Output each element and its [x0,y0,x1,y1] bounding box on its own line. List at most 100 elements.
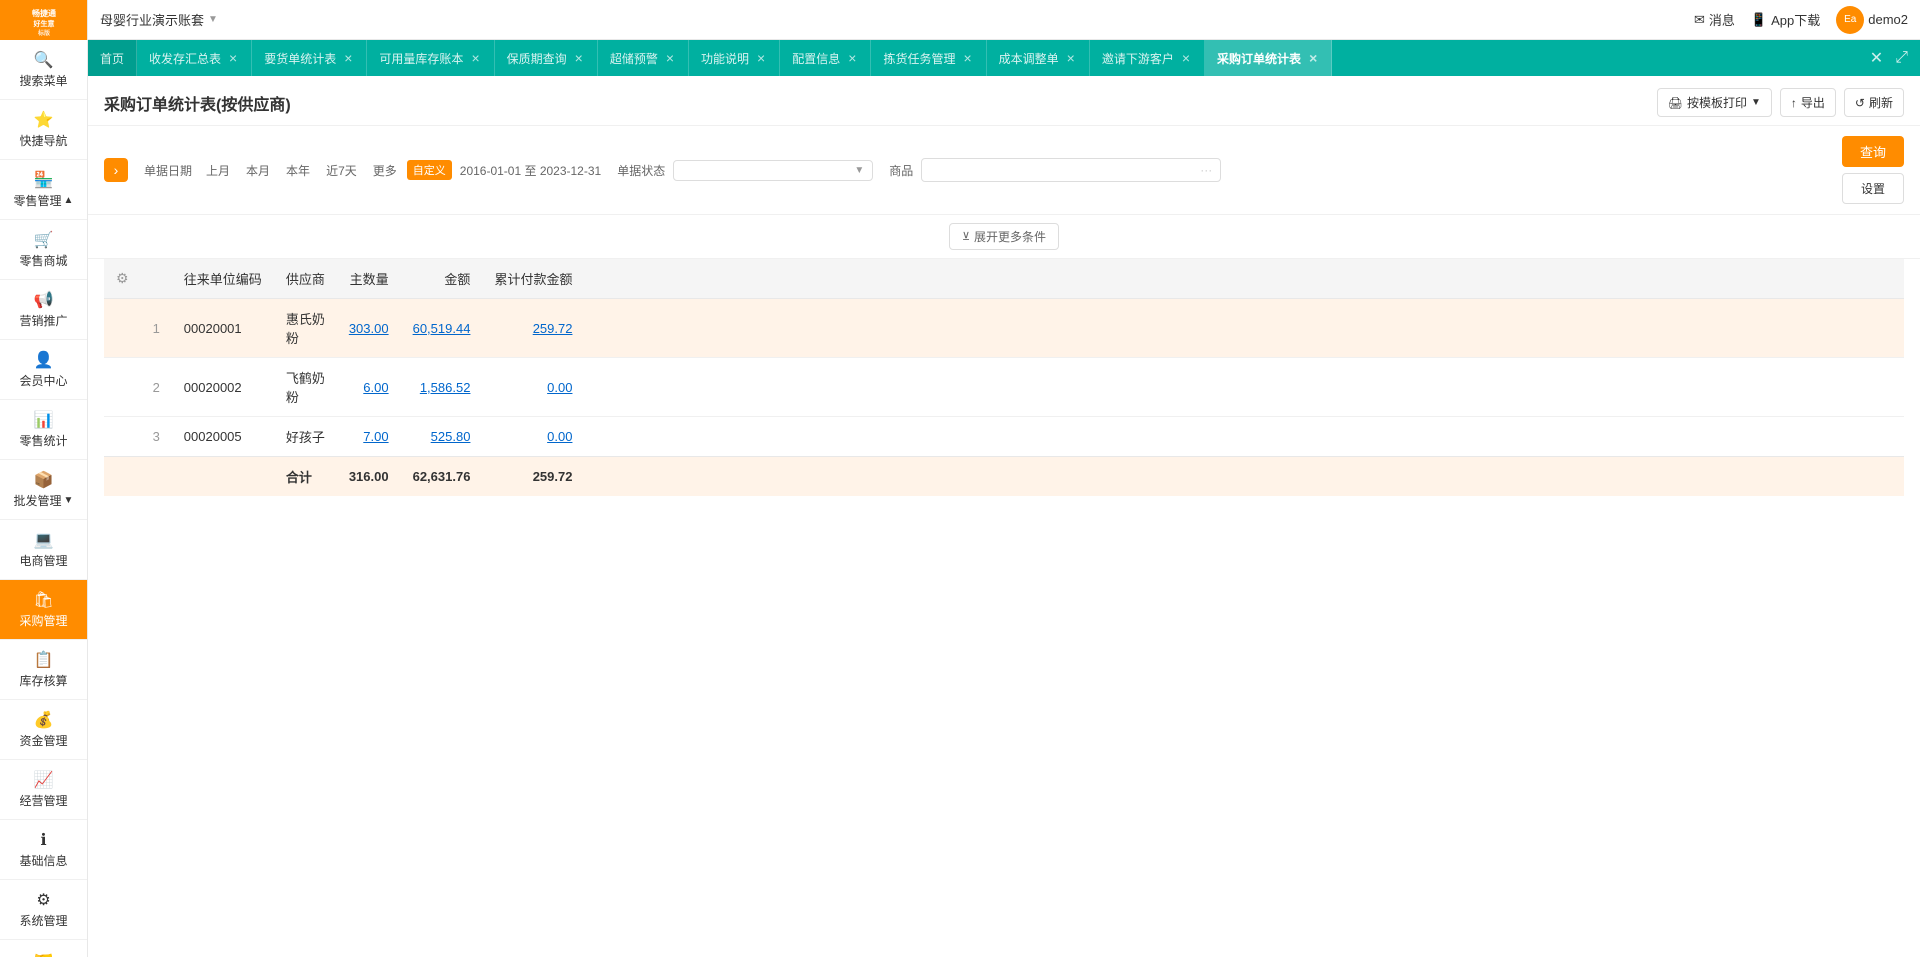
message-icon: ✉ [1694,12,1705,28]
tab-order-close[interactable]: × [342,50,354,66]
tabs-maximize-btn[interactable]: ⤢ [1891,47,1912,69]
row2-quantity[interactable]: 6.00 [337,358,401,417]
shortcut-this-month[interactable]: 本月 [240,160,276,181]
tabs-close-all-btn[interactable]: ✕ [1866,46,1887,70]
shortcut-last-month[interactable]: 上月 [200,160,236,181]
sidebar-item-system[interactable]: ⚙ 系统管理 [0,880,87,940]
page-header-actions: 🖨 按模板打印 ▼ ↑ 导出 ↺ 刷新 [1657,88,1904,117]
sidebar-item-search[interactable]: 🔍 搜索菜单 [0,40,87,100]
tab-invite[interactable]: 邀请下游客户 × [1090,40,1205,76]
sidebar-item-wholesale-mgmt[interactable]: 📦 批发管理 ▼ [0,460,87,520]
tab-cost-adjust[interactable]: 成本调整单 × [987,40,1090,76]
shortcut-7days[interactable]: 近7天 [320,160,363,181]
tab-pick-task[interactable]: 拣货任务管理 × [871,40,986,76]
settings-btn[interactable]: 设置 [1842,173,1904,204]
shortcut-this-year[interactable]: 本年 [280,160,316,181]
main-area: 母婴行业演示账套 ▼ ✉ 消息 📱 App下载 Ea demo2 首页 [88,0,1920,957]
workspace-dropdown[interactable]: 母婴行业演示账套 ▼ [100,10,218,29]
row1-paid-amount[interactable]: 259.72 [482,299,584,358]
tab-config[interactable]: 配置信息 × [780,40,871,76]
sidebar-item-finance[interactable]: 💰 资金管理 [0,700,87,760]
tab-excess-warning[interactable]: 超储预警 × [598,40,689,76]
expand-label: 展开更多条件 [974,228,1046,245]
goods-search-icon: ··· [1200,163,1212,177]
footer-label: 合计 [274,457,337,497]
tab-order-summary[interactable]: 要货单统计表 × [252,40,367,76]
tab-collection-close[interactable]: × [227,50,239,66]
tab-cost-close[interactable]: × [1065,50,1077,66]
app-logo: 畅捷通 好生意 标版 [0,0,87,40]
sidebar-item-stock-check[interactable]: 📋 库存核算 [0,640,87,700]
shortcut-more[interactable]: 更多 [367,160,403,181]
nav-tabs-end: ✕ ⤢ [1858,46,1920,70]
row1-settings-cell [104,299,141,358]
row1-num: 1 [141,299,172,358]
tab-home[interactable]: 首页 [88,40,137,76]
table-header-row: ⚙ 往来单位编码 供应商 主数量 金额 累计付款金额 [104,259,1904,299]
query-btn[interactable]: 查询 [1842,136,1904,167]
wholesale-icon: 📦 [34,470,54,490]
sidebar-item-retail-mall[interactable]: 🛒 零售商城 [0,220,87,280]
custom-date-tag[interactable]: 自定义 [407,160,452,180]
row2-paid-amount[interactable]: 0.00 [482,358,584,417]
tab-expiry-close[interactable]: × [573,50,585,66]
search-icon: 🔍 [34,50,54,70]
filter-toggle-btn[interactable]: › [104,158,128,182]
tab-function-desc[interactable]: 功能说明 × [689,40,780,76]
row1-supplier-code: 00020001 [172,299,274,358]
nav-tabs: 首页 收发存汇总表 × 要货单统计表 × 可用量库存账本 × 保质期查询 × 超… [88,40,1920,76]
tab-function-close[interactable]: × [755,50,767,66]
sidebar-item-purchase-mgmt[interactable]: 🛍 采购管理 [0,580,87,640]
sidebar-item-member-center[interactable]: 👤 会员中心 [0,340,87,400]
export-icon: ↑ [1791,96,1797,110]
row3-supplier-name: 好孩子 [274,417,337,457]
tab-purchase-summary[interactable]: 采购订单统计表 × [1205,40,1332,76]
sidebar-item-system-label: 系统管理 [19,912,67,929]
avatar-initials: Ea [1844,14,1856,25]
user-profile-btn[interactable]: Ea demo2 [1836,6,1908,34]
app-download-btn[interactable]: 📱 App下载 [1751,10,1820,29]
row3-paid-amount[interactable]: 0.00 [482,417,584,457]
row1-quantity[interactable]: 303.00 [337,299,401,358]
col-settings-icon[interactable]: ⚙ [116,270,129,286]
message-btn[interactable]: ✉ 消息 [1694,10,1735,29]
export-btn[interactable]: ↑ 导出 [1780,88,1836,117]
row3-amount[interactable]: 525.80 [401,417,483,457]
tab-invite-close[interactable]: × [1180,50,1192,66]
expand-icon: ⊻ [962,230,970,243]
tab-collection-label: 收发存汇总表 [149,50,221,67]
sidebar-item-operation[interactable]: 📈 经营管理 [0,760,87,820]
row2-amount[interactable]: 1,586.52 [401,358,483,417]
goods-input[interactable]: ··· [921,158,1221,182]
tab-pick-close[interactable]: × [961,50,973,66]
refresh-btn[interactable]: ↺ 刷新 [1844,88,1904,117]
template-print-btn[interactable]: 🖨 按模板打印 ▼ [1657,88,1772,117]
tab-available-close[interactable]: × [469,50,481,66]
tab-available-stock[interactable]: 可用量库存账本 × [367,40,494,76]
sidebar-item-ecommerce[interactable]: 💻 电商管理 [0,520,87,580]
col-supplier-code: 往来单位编码 [172,259,274,299]
tab-excess-close[interactable]: × [664,50,676,66]
sidebar-item-marketing-label: 营销推广 [19,312,67,329]
footer-settings-cell [104,457,141,497]
tab-expiry[interactable]: 保质期查询 × [495,40,598,76]
tab-collection-summary[interactable]: 收发存汇总表 × [137,40,252,76]
status-select[interactable]: ▼ [673,160,873,181]
sidebar-item-basic-info[interactable]: ℹ 基础信息 [0,820,87,880]
sidebar-item-marketing[interactable]: 📢 营销推广 [0,280,87,340]
sidebar-item-enterprise-collab[interactable]: 🤝 企业协同 [0,940,87,957]
tab-pick-label: 拣货任务管理 [883,50,955,67]
tab-config-close[interactable]: × [846,50,858,66]
row2-settings-cell [104,358,141,417]
table-container: ⚙ 往来单位编码 供应商 主数量 金额 累计付款金额 1 [88,259,1920,496]
row1-amount[interactable]: 60,519.44 [401,299,483,358]
sidebar-item-quick-nav[interactable]: ⭐ 快捷导航 [0,100,87,160]
expand-conditions-btn[interactable]: ⊻ 展开更多条件 [949,223,1059,250]
sidebar-item-retail-mgmt[interactable]: 🏪 零售管理 ▲ [0,160,87,220]
tab-cost-label: 成本调整单 [999,50,1059,67]
tab-purchase-close[interactable]: × [1307,50,1319,66]
stats-icon: 📊 [34,410,54,430]
table-row: 2 00020002 飞鹤奶粉 6.00 1,586.52 0.00 [104,358,1904,417]
row3-quantity[interactable]: 7.00 [337,417,401,457]
sidebar-item-retail-stats[interactable]: 📊 零售统计 [0,400,87,460]
